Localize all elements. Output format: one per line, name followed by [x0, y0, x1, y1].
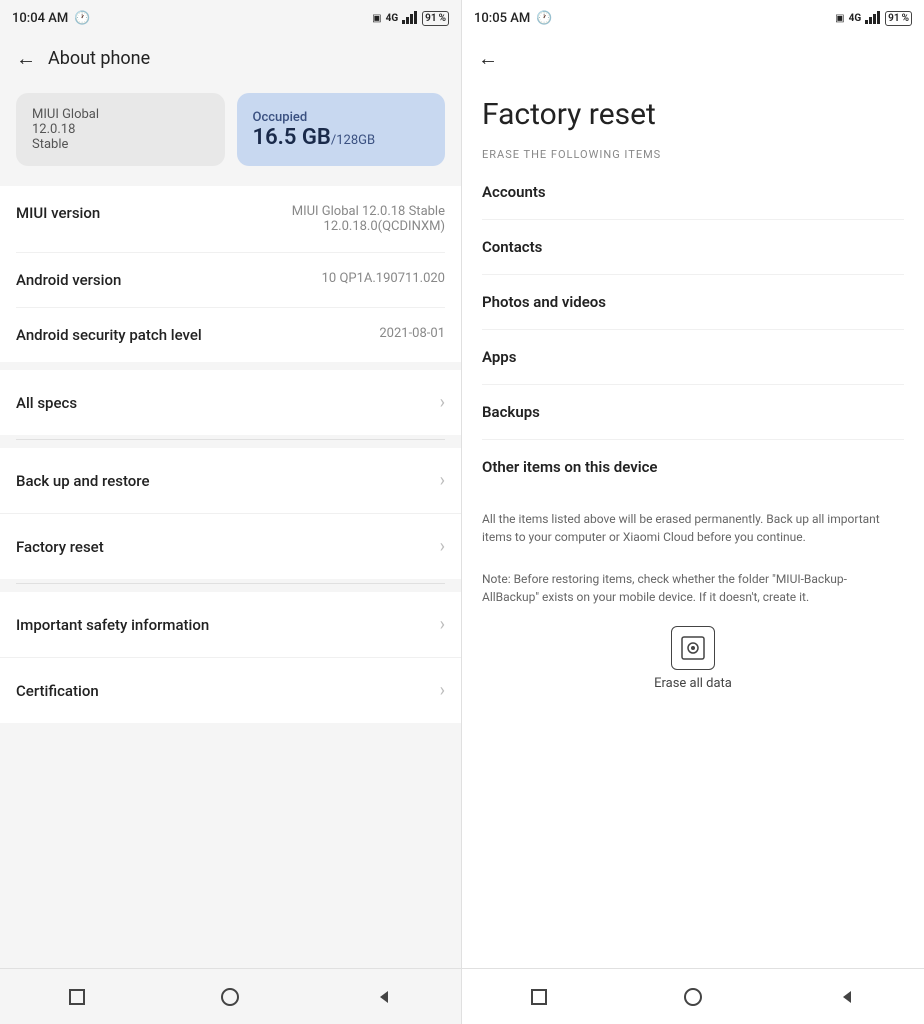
warning-text-1: All the items listed above will be erase… [462, 494, 924, 554]
right-content: Factory reset ERASE THE FOLLOWING ITEMS … [462, 81, 924, 968]
miui-card-line3: Stable [32, 137, 209, 152]
safety-menu-section: Important safety information › Certifica… [0, 592, 461, 723]
certification-chevron: › [440, 680, 445, 701]
erase-photos: Photos and videos [482, 275, 904, 330]
left-battery: 91% [422, 11, 449, 26]
left-time-area: 10:04 AM 🕐 [12, 11, 90, 26]
left-nav-bar [0, 968, 461, 1024]
erase-other-items: Other items on this device [482, 440, 904, 494]
left-4g-label: 4G [386, 13, 399, 24]
left-alarm-icon: 🕐 [74, 11, 90, 26]
factory-reset-label: Factory reset [16, 538, 104, 556]
right-status-bar: 10:05 AM 🕐 ▣ 4G 91% [462, 0, 924, 36]
miui-card-line1: MIUI Global [32, 107, 209, 122]
backup-restore-chevron: › [440, 470, 445, 491]
erase-accounts: Accounts [482, 165, 904, 220]
miui-version-row: MIUI version MIUI Global 12.0.18 Stable … [16, 186, 445, 253]
miui-version-value: MIUI Global 12.0.18 Stable 12.0.18.0(QCD… [231, 204, 446, 234]
erase-btn-label: Erase all data [654, 676, 732, 691]
android-version-label: Android version [16, 271, 231, 289]
factory-reset-item[interactable]: Factory reset › [0, 514, 461, 579]
left-status-bar: 10:04 AM 🕐 ▣ 4G 91% [0, 0, 461, 36]
safety-info-item[interactable]: Important safety information › [0, 592, 461, 658]
certification-label: Certification [16, 682, 99, 700]
right-signal-icon [865, 10, 881, 27]
security-patch-value: 2021-08-01 [231, 326, 446, 341]
left-time: 10:04 AM [12, 11, 68, 26]
storage-card: Occupied 16.5 GB/128GB [237, 93, 446, 166]
right-nav-bar [462, 968, 924, 1024]
left-signal-icon [402, 10, 418, 27]
left-sim-icon: ▣ [372, 13, 381, 24]
left-back-button[interactable]: ← [16, 46, 36, 71]
all-specs-chevron: › [440, 392, 445, 413]
certification-item[interactable]: Certification › [0, 658, 461, 723]
storage-amount: 16.5 GB/128GB [253, 125, 430, 150]
erase-all-icon [671, 626, 715, 670]
safety-info-label: Important safety information [16, 616, 209, 634]
left-toolbar: ← About phone [0, 36, 461, 81]
right-square-icon[interactable] [527, 985, 551, 1009]
right-sim-icon: ▣ [835, 13, 844, 24]
right-back-button[interactable]: ← [478, 46, 498, 71]
left-panel: 10:04 AM 🕐 ▣ 4G 91% ← About phone [0, 0, 462, 1024]
right-toolbar: ← [462, 36, 924, 81]
all-specs-label: All specs [16, 394, 77, 412]
erase-backups: Backups [482, 385, 904, 440]
android-version-value: 10 QP1A.190711.020 [231, 271, 446, 286]
miui-version-label: MIUI version [16, 204, 231, 222]
factory-reset-title: Factory reset [462, 81, 924, 140]
info-section: MIUI version MIUI Global 12.0.18 Stable … [0, 186, 461, 362]
all-specs-item[interactable]: All specs › [0, 370, 461, 435]
left-content: MIUI Global 12.0.18 Stable Occupied 16.5… [0, 81, 461, 968]
backup-restore-item[interactable]: Back up and restore › [0, 448, 461, 514]
right-battery: 91% [885, 11, 912, 26]
divider-1 [16, 439, 445, 440]
right-time-area: 10:05 AM 🕐 [474, 11, 552, 26]
right-home-icon[interactable] [681, 985, 705, 1009]
factory-reset-chevron: › [440, 536, 445, 557]
erase-apps: Apps [482, 330, 904, 385]
miui-version-card: MIUI Global 12.0.18 Stable [16, 93, 225, 166]
right-icons-area: ▣ 4G 91% [835, 10, 912, 27]
backup-restore-label: Back up and restore [16, 472, 150, 490]
backup-menu-section: Back up and restore › Factory reset › [0, 448, 461, 579]
left-back-icon[interactable] [372, 985, 396, 1009]
warning-text-2: Note: Before restoring items, check whet… [462, 554, 924, 614]
security-patch-row: Android security patch level 2021-08-01 [16, 308, 445, 362]
erase-all-button[interactable]: Erase all data [462, 614, 924, 707]
erase-items-section: Accounts Contacts Photos and videos Apps… [462, 165, 924, 494]
android-version-row: Android version 10 QP1A.190711.020 [16, 253, 445, 308]
erase-label: ERASE THE FOLLOWING ITEMS [462, 140, 924, 165]
left-page-title: About phone [48, 48, 150, 69]
safety-info-chevron: › [440, 614, 445, 635]
security-patch-label: Android security patch level [16, 326, 231, 344]
divider-2 [16, 583, 445, 584]
occupied-label: Occupied [253, 110, 430, 125]
left-home-icon[interactable] [218, 985, 242, 1009]
right-alarm-icon: 🕐 [536, 11, 552, 26]
erase-contacts: Contacts [482, 220, 904, 275]
right-time: 10:05 AM [474, 11, 530, 26]
left-icons-area: ▣ 4G 91% [372, 10, 449, 27]
right-back-icon[interactable] [835, 985, 859, 1009]
miui-card-area: MIUI Global 12.0.18 Stable Occupied 16.5… [0, 81, 461, 178]
right-panel: 10:05 AM 🕐 ▣ 4G 91% ← Factory reset [462, 0, 924, 1024]
right-4g-label: 4G [849, 13, 862, 24]
miui-card-line2: 12.0.18 [32, 122, 209, 137]
left-square-icon[interactable] [65, 985, 89, 1009]
left-menu-section: All specs › [0, 370, 461, 435]
